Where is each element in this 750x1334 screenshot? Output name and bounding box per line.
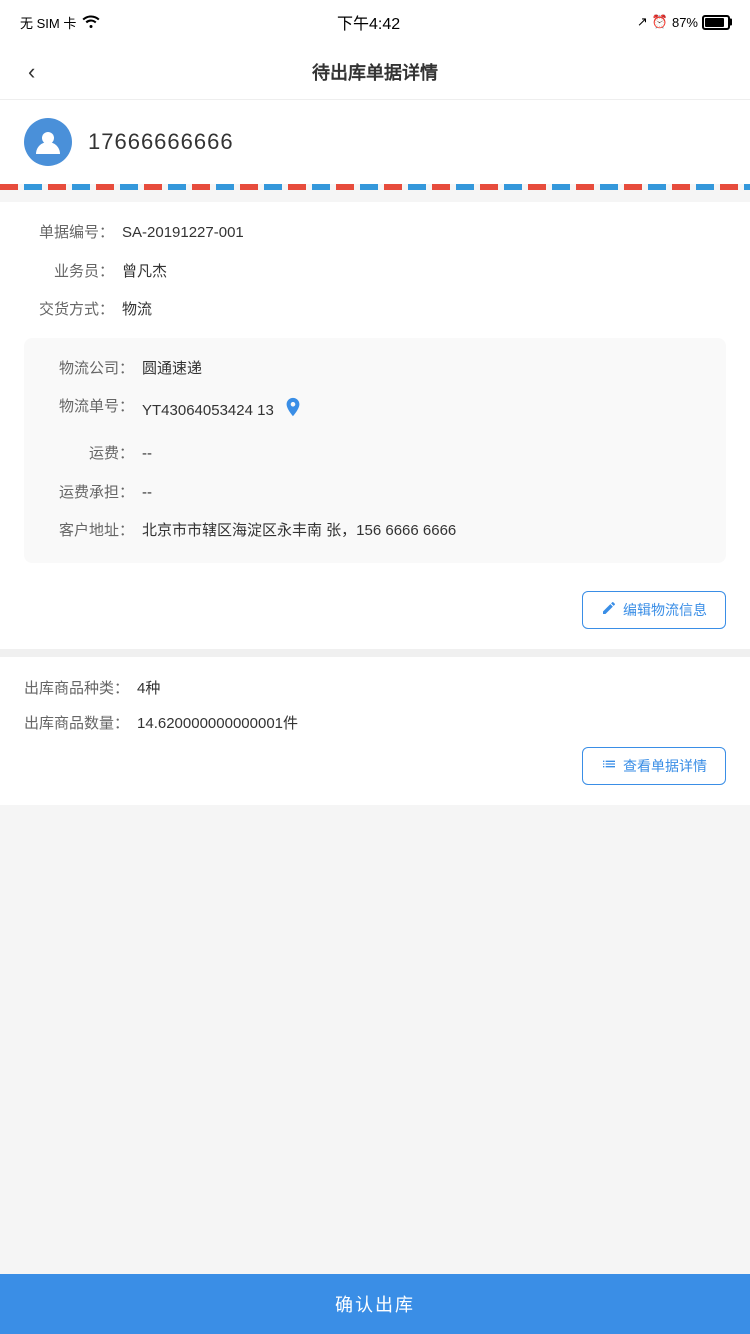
freight-bearer-value: -- bbox=[142, 482, 706, 505]
edit-logistics-area: 编辑物流信息 bbox=[24, 579, 726, 629]
freight-value: -- bbox=[142, 443, 706, 466]
order-number-label: 单据编号： bbox=[24, 222, 114, 245]
bottom-spacer bbox=[0, 805, 750, 1275]
list-icon bbox=[601, 756, 617, 776]
goods-section: 出库商品种类： 4种 出库商品数量： 14.620000000000001件 查… bbox=[0, 657, 750, 805]
salesman-value: 曾凡杰 bbox=[122, 261, 726, 284]
avatar bbox=[24, 118, 72, 166]
salesman-label: 业务员： bbox=[24, 261, 114, 284]
user-header: 17666666666 bbox=[0, 100, 750, 184]
freight-label: 运费： bbox=[44, 443, 134, 466]
freight-row: 运费： -- bbox=[44, 443, 706, 466]
edit-logistics-label: 编辑物流信息 bbox=[623, 600, 707, 620]
goods-types-label: 出库商品种类： bbox=[24, 677, 129, 698]
user-phone: 17666666666 bbox=[88, 129, 234, 155]
logistics-tracking-label: 物流单号： bbox=[44, 396, 134, 419]
logistics-card: 物流公司： 圆通速递 物流单号： YT43064053424 13 运费： -- bbox=[24, 338, 726, 563]
order-number-value: SA-20191227-001 bbox=[122, 222, 726, 245]
battery-icon bbox=[702, 15, 730, 30]
address-value: 北京市市辖区海淀区永丰南 张，156 6666 6666 bbox=[142, 520, 706, 543]
battery-percent: 87% bbox=[672, 15, 698, 30]
goods-types-row: 出库商品种类： 4种 bbox=[24, 677, 726, 698]
dashed-divider bbox=[0, 184, 750, 190]
logistics-company-row: 物流公司： 圆通速递 bbox=[44, 358, 706, 381]
goods-quantity-row: 出库商品数量： 14.620000000000001件 bbox=[24, 712, 726, 733]
edit-icon bbox=[601, 600, 617, 620]
freight-bearer-row: 运费承担： -- bbox=[44, 482, 706, 505]
page-title: 待出库单据详情 bbox=[312, 59, 438, 85]
address-row: 客户地址： 北京市市辖区海淀区永丰南 张，156 6666 6666 bbox=[44, 520, 706, 543]
logistics-tracking-value: YT43064053424 13 bbox=[142, 396, 706, 427]
section-divider bbox=[0, 649, 750, 657]
goods-quantity-label: 出库商品数量： bbox=[24, 712, 129, 733]
edit-logistics-button[interactable]: 编辑物流信息 bbox=[582, 591, 726, 629]
order-number-row: 单据编号： SA-20191227-001 bbox=[24, 222, 726, 245]
goods-types-value: 4种 bbox=[137, 677, 160, 698]
order-info-section: 单据编号： SA-20191227-001 业务员： 曾凡杰 交货方式： 物流 … bbox=[0, 202, 750, 649]
status-left: 无 SIM 卡 bbox=[20, 13, 100, 32]
status-time: 下午4:42 bbox=[337, 10, 400, 34]
logistics-company-label: 物流公司： bbox=[44, 358, 134, 381]
status-bar: 无 SIM 卡 下午4:42 ↗ ⏰ 87% bbox=[0, 0, 750, 44]
delivery-value: 物流 bbox=[122, 299, 726, 322]
location-pin-icon[interactable] bbox=[282, 396, 304, 427]
wifi-icon bbox=[82, 14, 100, 31]
back-button[interactable]: ‹ bbox=[20, 51, 43, 93]
carrier-text: 无 SIM 卡 bbox=[20, 13, 76, 32]
view-detail-label: 查看单据详情 bbox=[623, 756, 707, 776]
logistics-company-value: 圆通速递 bbox=[142, 358, 706, 381]
alarm-icon: ⏰ bbox=[652, 14, 668, 30]
freight-bearer-label: 运费承担： bbox=[44, 482, 134, 505]
nav-bar: ‹ 待出库单据详情 bbox=[0, 44, 750, 100]
delivery-row: 交货方式： 物流 bbox=[24, 299, 726, 322]
location-status-icon: ↗ bbox=[637, 14, 648, 30]
goods-quantity-value: 14.620000000000001件 bbox=[137, 712, 298, 733]
address-label: 客户地址： bbox=[44, 520, 134, 543]
view-detail-area: 查看单据详情 bbox=[24, 747, 726, 785]
view-detail-button[interactable]: 查看单据详情 bbox=[582, 747, 726, 785]
logistics-tracking-row: 物流单号： YT43064053424 13 bbox=[44, 396, 706, 427]
confirm-bar[interactable]: 确认出库 bbox=[0, 1274, 750, 1334]
salesman-row: 业务员： 曾凡杰 bbox=[24, 261, 726, 284]
status-right: ↗ ⏰ 87% bbox=[637, 14, 730, 30]
confirm-button-label: 确认出库 bbox=[335, 1291, 415, 1317]
delivery-label: 交货方式： bbox=[24, 299, 114, 322]
